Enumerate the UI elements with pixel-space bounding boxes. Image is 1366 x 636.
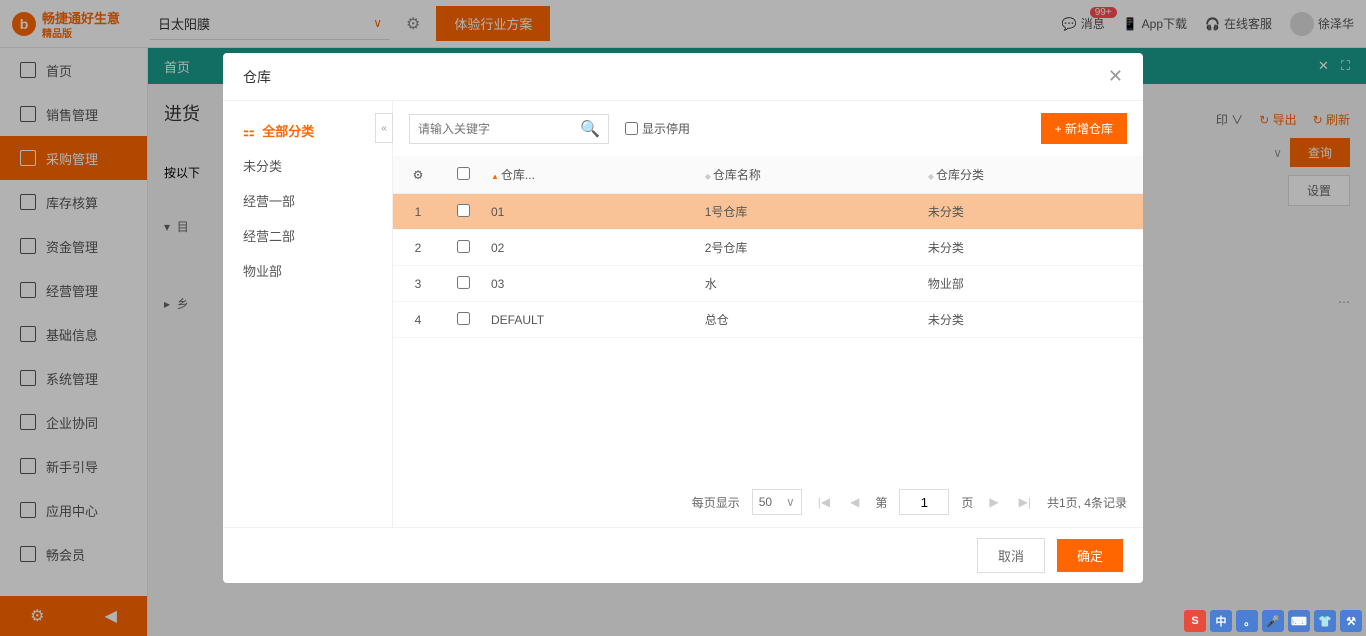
modal-toolbar: 🔍 显示停用 + 新增仓库 — [393, 101, 1143, 156]
search-box: 🔍 — [409, 114, 609, 144]
modal-footer: 取消 确定 — [223, 527, 1143, 583]
table-row[interactable]: 3 03 水 物业部 — [393, 266, 1143, 302]
prev-page-icon[interactable]: ◀ — [846, 495, 863, 509]
next-page-icon[interactable]: ▶ — [985, 495, 1002, 509]
last-page-icon[interactable]: ▶| — [1015, 495, 1035, 509]
pagination: 每页显示 50∨ |◀ ◀ 第 页 ▶ ▶| 共1页, 4条记录 — [393, 477, 1143, 527]
modal-header: 仓库 ✕ — [223, 53, 1143, 101]
cancel-button[interactable]: 取消 — [977, 538, 1045, 573]
select-all-checkbox[interactable] — [457, 167, 470, 180]
name-column[interactable]: ◆仓库名称 — [697, 156, 920, 194]
modal-overlay: 仓库 ✕ « ⚏ 全部分类 未分类 经营一部 经营二部 物业部 🔍 — [0, 0, 1366, 636]
row-checkbox[interactable] — [457, 276, 470, 289]
row-checkbox[interactable] — [457, 312, 470, 325]
table-row[interactable]: 4 DEFAULT 总仓 未分类 — [393, 302, 1143, 338]
first-page-icon[interactable]: |◀ — [814, 495, 834, 509]
ime-punct-icon[interactable]: ｡ — [1236, 610, 1258, 632]
grid-icon: ⚏ — [243, 124, 255, 139]
row-checkbox[interactable] — [457, 204, 470, 217]
category-all[interactable]: ⚏ 全部分类 — [223, 113, 392, 148]
ime-mic-icon[interactable]: 🎤 — [1262, 610, 1284, 632]
code-column[interactable]: ▲仓库... — [483, 156, 697, 194]
row-checkbox[interactable] — [457, 240, 470, 253]
table-row[interactable]: 1 01 1号仓库 未分类 — [393, 194, 1143, 230]
ime-lang-icon[interactable]: 中 — [1210, 610, 1232, 632]
per-page-select[interactable]: 50∨ — [752, 489, 802, 515]
modal-title: 仓库 — [243, 67, 271, 87]
ime-skin-icon[interactable]: 👕 — [1314, 610, 1336, 632]
add-warehouse-button[interactable]: + 新增仓库 — [1041, 113, 1127, 144]
checkbox-input[interactable] — [625, 122, 638, 135]
table-row[interactable]: 2 02 2号仓库 未分类 — [393, 230, 1143, 266]
checkbox-column — [443, 156, 483, 194]
search-icon[interactable]: 🔍 — [580, 119, 600, 139]
category-item[interactable]: 经营二部 — [223, 218, 392, 253]
search-input[interactable] — [418, 122, 580, 136]
ime-tool-icon[interactable]: ⚒ — [1340, 610, 1362, 632]
ime-keyboard-icon[interactable]: ⌨ — [1288, 610, 1310, 632]
close-icon[interactable]: ✕ — [1108, 66, 1123, 87]
page-summary: 共1页, 4条记录 — [1047, 494, 1127, 511]
category-item[interactable]: 未分类 — [223, 148, 392, 183]
warehouse-modal: 仓库 ✕ « ⚏ 全部分类 未分类 经营一部 经营二部 物业部 🔍 — [223, 53, 1143, 583]
confirm-button[interactable]: 确定 — [1057, 539, 1123, 572]
category-item[interactable]: 物业部 — [223, 253, 392, 288]
ime-bar: S 中 ｡ 🎤 ⌨ 👕 ⚒ — [1184, 610, 1362, 632]
category-item[interactable]: 经营一部 — [223, 183, 392, 218]
gear-column[interactable]: ⚙ — [393, 156, 443, 194]
category-sidebar: « ⚏ 全部分类 未分类 经营一部 经营二部 物业部 — [223, 101, 393, 527]
modal-body: « ⚏ 全部分类 未分类 经营一部 经营二部 物业部 🔍 — [223, 101, 1143, 527]
warehouse-table: ⚙ ▲仓库... ◆仓库名称 ◆仓库分类 1 01 1号仓库 — [393, 156, 1143, 338]
show-disabled-checkbox[interactable]: 显示停用 — [625, 120, 690, 137]
ime-sogou-icon[interactable]: S — [1184, 610, 1206, 632]
per-page-label: 每页显示 — [692, 494, 740, 511]
collapse-button[interactable]: « — [375, 113, 393, 143]
modal-main: 🔍 显示停用 + 新增仓库 ⚙ ▲仓库... ◆仓库名称 — [393, 101, 1143, 527]
category-column[interactable]: ◆仓库分类 — [920, 156, 1143, 194]
page-input[interactable] — [899, 489, 949, 515]
